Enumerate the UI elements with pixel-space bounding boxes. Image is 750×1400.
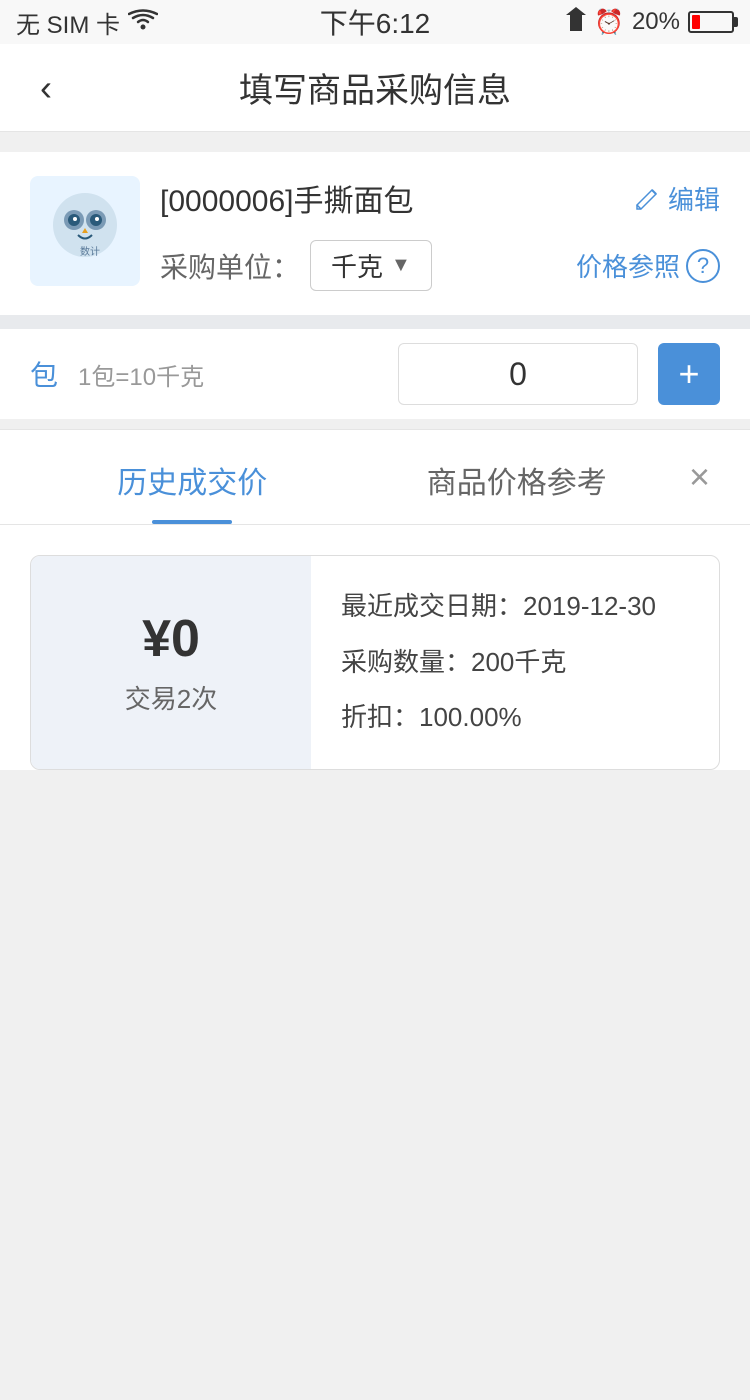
discount-value: 100.00% — [419, 702, 522, 732]
unit-dropdown-icon: ▼ — [391, 254, 411, 277]
bottom-panel: 历史成交价 商品价格参考 × ¥0 交易2次 最近成交日期：2019-12-30… — [0, 429, 750, 770]
unit-row: 采购单位： 千克 ▼ 价格参照 ? — [160, 240, 720, 291]
tab-underline — [152, 520, 232, 524]
purchase-qty-label: 采购数量： — [341, 647, 471, 677]
status-time: 下午6:12 — [320, 2, 431, 42]
quantity-unit-name: 包 — [30, 354, 58, 394]
tab2-label: 商品价格参考 — [427, 467, 607, 500]
tabs-row: 历史成交价 商品价格参考 × — [0, 430, 750, 525]
recent-date-row: 最近成交日期：2019-12-30 — [341, 586, 689, 628]
discount-row: 折扣：100.00% — [341, 697, 689, 739]
edit-label: 编辑 — [668, 180, 720, 217]
tab-product-price-ref[interactable]: 商品价格参考 — [354, 430, 678, 524]
help-text: ? — [697, 253, 709, 279]
price-card-right: 最近成交日期：2019-12-30 采购数量：200千克 折扣：100.00% — [311, 556, 719, 769]
carrier-text: 无 SIM 卡 — [16, 5, 120, 40]
product-image: 数计 — [30, 176, 140, 286]
battery-icon — [688, 8, 734, 36]
unit-label: 采购单位： — [160, 246, 300, 286]
price-value: 0 — [171, 610, 200, 668]
svg-text:数计: 数计 — [80, 245, 100, 258]
recent-date-label: 最近成交日期： — [341, 591, 523, 621]
price-ref-label: 价格参照 — [576, 247, 680, 284]
product-title: [0000006]手撕面包 — [160, 176, 413, 220]
alarm-icon: ⏰ — [594, 8, 624, 37]
help-icon[interactable]: ? — [686, 249, 720, 283]
price-ref-button[interactable]: 价格参照 ? — [576, 247, 720, 284]
battery-text: 20% — [632, 8, 680, 36]
price-card-left: ¥0 交易2次 — [31, 556, 311, 769]
edit-button[interactable]: 编辑 — [634, 180, 720, 217]
quantity-row: 包 1包=10千克 0 + — [0, 329, 750, 419]
tab1-label: 历史成交价 — [117, 467, 267, 500]
nav-bar: ‹ 填写商品采购信息 — [0, 44, 750, 132]
back-button[interactable]: ‹ — [30, 57, 62, 119]
currency-symbol: ¥ — [142, 610, 171, 668]
status-bar: 无 SIM 卡 下午6:12 ⏰ 20% — [0, 0, 750, 44]
recent-date-value: 2019-12-30 — [523, 591, 656, 621]
product-info: [0000006]手撕面包 编辑 采购单位： 千克 ▼ 价格参照 — [160, 176, 720, 291]
quantity-conversion: 1包=10千克 — [78, 357, 378, 392]
close-button[interactable]: × — [679, 446, 720, 508]
unit-value: 千克 — [331, 247, 383, 284]
trades-label: 交易2次 — [125, 679, 217, 716]
purchase-qty-row: 采购数量：200千克 — [341, 642, 689, 684]
plus-icon: + — [678, 353, 699, 395]
price-card: ¥0 交易2次 最近成交日期：2019-12-30 采购数量：200千克 折扣：… — [30, 555, 720, 770]
purchase-qty-value: 200千克 — [471, 647, 566, 677]
location-icon — [566, 7, 586, 38]
wifi-icon — [128, 8, 158, 37]
unit-select[interactable]: 千克 ▼ — [310, 240, 432, 291]
product-logo-icon: 数计 — [50, 190, 120, 272]
quantity-value: 0 — [509, 356, 527, 393]
tab-history-price[interactable]: 历史成交价 — [30, 430, 354, 524]
quantity-input[interactable]: 0 — [398, 343, 638, 405]
main-background — [0, 800, 750, 1400]
status-right: ⏰ 20% — [566, 7, 734, 38]
page-title: 填写商品采购信息 — [239, 63, 511, 112]
product-title-row: [0000006]手撕面包 编辑 — [160, 176, 720, 220]
quantity-plus-button[interactable]: + — [658, 343, 720, 405]
discount-label: 折扣： — [341, 702, 419, 732]
status-left: 无 SIM 卡 — [16, 5, 158, 40]
product-header: 数计 [0000006]手撕面包 编辑 采购单位： 千克 ▼ — [30, 176, 720, 291]
product-card: 数计 [0000006]手撕面包 编辑 采购单位： 千克 ▼ — [0, 152, 750, 315]
price-amount: ¥0 — [142, 609, 200, 669]
divider — [0, 315, 750, 329]
